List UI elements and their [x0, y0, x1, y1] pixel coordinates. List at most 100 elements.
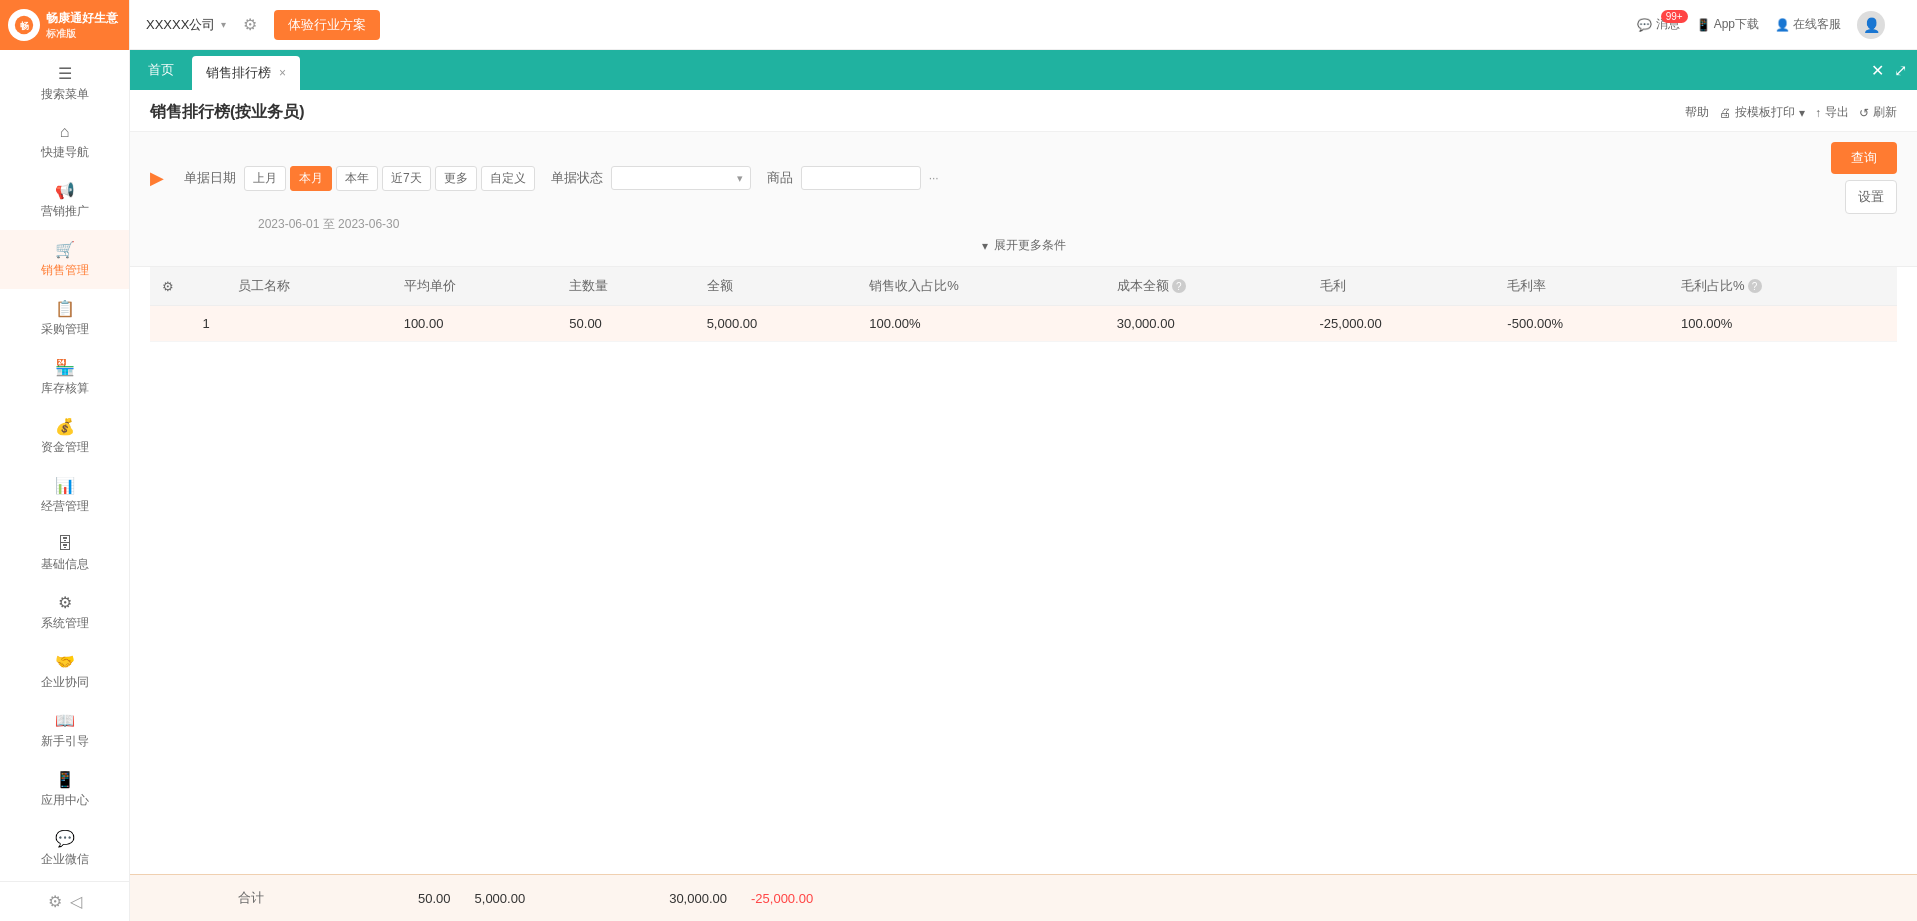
tab-label: 销售排行榜	[206, 64, 271, 82]
collapse-icon[interactable]: ◁	[70, 892, 82, 911]
page-content: 销售排行榜(按业务员) 帮助 🖨 按模板打印 ▾ ↑ 导出 ↺ 刷新	[130, 90, 1917, 921]
sidebar-label-finance: 资金管理	[41, 439, 89, 456]
sidebar-label-collab: 企业协同	[41, 674, 89, 691]
sidebar-item-guide[interactable]: 📖 新手引导	[0, 701, 129, 760]
date-range-display: 2023-06-01 至 2023-06-30	[258, 216, 1897, 233]
service-icon: 👤	[1775, 18, 1790, 32]
sidebar-label-inventory: 库存核算	[41, 380, 89, 397]
purchase-icon: 📋	[55, 299, 75, 318]
topbar: XXXXX公司 ▾ ⚙ 体验行业方案 💬 消息 99+ 📱 App下载 👤 在线…	[130, 0, 1917, 50]
cost-info-icon[interactable]: ?	[1172, 279, 1186, 293]
sidebar-label-sales: 销售管理	[41, 262, 89, 279]
date-btn-7days[interactable]: 近7天	[382, 166, 431, 191]
col-sales-pct: 销售收入占比%	[857, 267, 1105, 306]
message-badge: 99+	[1661, 10, 1688, 23]
footer-gross: -25,000.00	[739, 887, 825, 910]
sidebar-item-quick-nav[interactable]: ⌂ 快捷导航	[0, 113, 129, 171]
system-icon: ⚙	[58, 593, 72, 612]
app-icon: 📱	[1696, 18, 1711, 32]
col-gross-rate: 毛利率	[1495, 267, 1669, 306]
tabbar-close-icon[interactable]: ✕	[1871, 61, 1884, 80]
filter-collapse-icon[interactable]: ▶	[150, 167, 164, 189]
date-label: 单据日期	[184, 169, 236, 187]
avatar[interactable]: 👤	[1857, 11, 1885, 39]
topbar-settings-icon[interactable]: ⚙	[236, 11, 264, 39]
page-header: 销售排行榜(按业务员) 帮助 🖨 按模板打印 ▾ ↑ 导出 ↺ 刷新	[130, 90, 1917, 132]
col-gross: 毛利	[1308, 267, 1496, 306]
help-button[interactable]: 帮助	[1685, 104, 1709, 121]
sidebar-item-wechat[interactable]: 💬 企业微信	[0, 819, 129, 878]
sidebar-label-search: 搜索菜单	[41, 86, 89, 103]
message-icon: 💬	[1637, 18, 1652, 32]
footer-label: 合计	[226, 885, 306, 911]
sidebar-label-wechat: 企业微信	[41, 851, 89, 868]
export-icon: ↑	[1815, 106, 1821, 120]
date-btn-custom[interactable]: 自定义	[481, 166, 535, 191]
settings-icon[interactable]: ⚙	[48, 892, 62, 911]
date-btn-last-month[interactable]: 上月	[244, 166, 286, 191]
online-service-button[interactable]: 👤 在线客服	[1775, 16, 1841, 33]
refresh-icon: ↺	[1859, 106, 1869, 120]
trial-button[interactable]: 体验行业方案	[274, 10, 380, 40]
sidebar-item-operation[interactable]: 📊 经营管理	[0, 466, 129, 525]
date-btn-this-year[interactable]: 本年	[336, 166, 378, 191]
status-select[interactable]	[611, 166, 751, 190]
sidebar-item-finance[interactable]: 💰 资金管理	[0, 407, 129, 466]
print-arrow-icon: ▾	[1799, 106, 1805, 120]
table-body: 1 100.00 50.00 5,000.00 100.00% 30,000.0…	[150, 306, 1897, 342]
sidebar-item-basic[interactable]: 🗄 基础信息	[0, 525, 129, 583]
sidebar-item-apps[interactable]: 📱 应用中心	[0, 760, 129, 819]
goods-input[interactable]	[801, 166, 921, 190]
sidebar-footer: ⚙ ◁	[0, 881, 129, 921]
footer-cost: 30,000.00	[657, 887, 739, 910]
export-button[interactable]: ↑ 导出	[1815, 104, 1849, 121]
expand-icon: ▾	[982, 239, 988, 253]
company-selector[interactable]: XXXXX公司 ▾	[146, 16, 226, 34]
goods-filter: 商品 ···	[767, 166, 939, 190]
sidebar: 畅 畅康通好生意 标准版 ☰ 搜索菜单 ⌂ 快捷导航 📢 营销推广 🛒 销售管理…	[0, 0, 130, 921]
gross-pct-info-icon[interactable]: ?	[1748, 279, 1762, 293]
settings-button[interactable]: 设置	[1845, 180, 1897, 214]
refresh-button[interactable]: ↺ 刷新	[1859, 104, 1897, 121]
goods-more-icon[interactable]: ···	[929, 171, 939, 185]
query-button[interactable]: 查询	[1831, 142, 1897, 174]
sidebar-item-purchase[interactable]: 📋 采购管理	[0, 289, 129, 348]
apps-icon: 📱	[55, 770, 75, 789]
message-button[interactable]: 💬 消息 99+	[1637, 16, 1680, 33]
guide-icon: 📖	[55, 711, 75, 730]
tab-close-icon[interactable]: ×	[279, 66, 286, 80]
row-amount: 5,000.00	[695, 306, 858, 342]
sidebar-item-marketing[interactable]: 📢 营销推广	[0, 171, 129, 230]
tabbar-expand-icon[interactable]: ⤢	[1894, 61, 1907, 80]
tab-home[interactable]: 首页	[130, 50, 192, 90]
sidebar-item-collab[interactable]: 🤝 企业协同	[0, 642, 129, 701]
marketing-icon: 📢	[55, 181, 75, 200]
col-rank	[186, 267, 226, 306]
logo-text: 畅康通好生意	[46, 10, 118, 27]
main-content: XXXXX公司 ▾ ⚙ 体验行业方案 💬 消息 99+ 📱 App下载 👤 在线…	[130, 0, 1917, 921]
table-row: 1 100.00 50.00 5,000.00 100.00% 30,000.0…	[150, 306, 1897, 342]
sidebar-nav: ☰ 搜索菜单 ⌂ 快捷导航 📢 营销推广 🛒 销售管理 📋 采购管理 🏪 库存核…	[0, 50, 129, 881]
status-select-wrapper	[611, 166, 751, 190]
sidebar-label-apps: 应用中心	[41, 792, 89, 809]
collab-icon: 🤝	[55, 652, 75, 671]
sidebar-label-quick-nav: 快捷导航	[41, 144, 89, 161]
date-btn-more[interactable]: 更多	[435, 166, 477, 191]
basic-icon: 🗄	[57, 535, 73, 553]
sidebar-item-sales[interactable]: 🛒 销售管理	[0, 230, 129, 289]
table-footer: 合计 50.00 5,000.00 30,000.00 -25,000.00	[130, 874, 1917, 921]
print-button[interactable]: 🖨 按模板打印 ▾	[1719, 104, 1805, 121]
sidebar-label-basic: 基础信息	[41, 556, 89, 573]
tab-sales-ranking[interactable]: 销售排行榜 ×	[192, 56, 300, 90]
col-cost: 成本全额 ?	[1105, 267, 1308, 306]
sidebar-label-guide: 新手引导	[41, 733, 89, 750]
sidebar-item-system[interactable]: ⚙ 系统管理	[0, 583, 129, 642]
row-rank: 1	[186, 306, 226, 342]
app-download-button[interactable]: 📱 App下载	[1696, 16, 1759, 33]
sidebar-item-search[interactable]: ☰ 搜索菜单	[0, 54, 129, 113]
date-btn-this-month[interactable]: 本月	[290, 166, 332, 191]
sidebar-item-inventory[interactable]: 🏪 库存核算	[0, 348, 129, 407]
operation-icon: 📊	[55, 476, 75, 495]
footer-amount: 5,000.00	[463, 887, 538, 910]
expand-more-btn[interactable]: ▾ 展开更多条件	[150, 233, 1897, 256]
